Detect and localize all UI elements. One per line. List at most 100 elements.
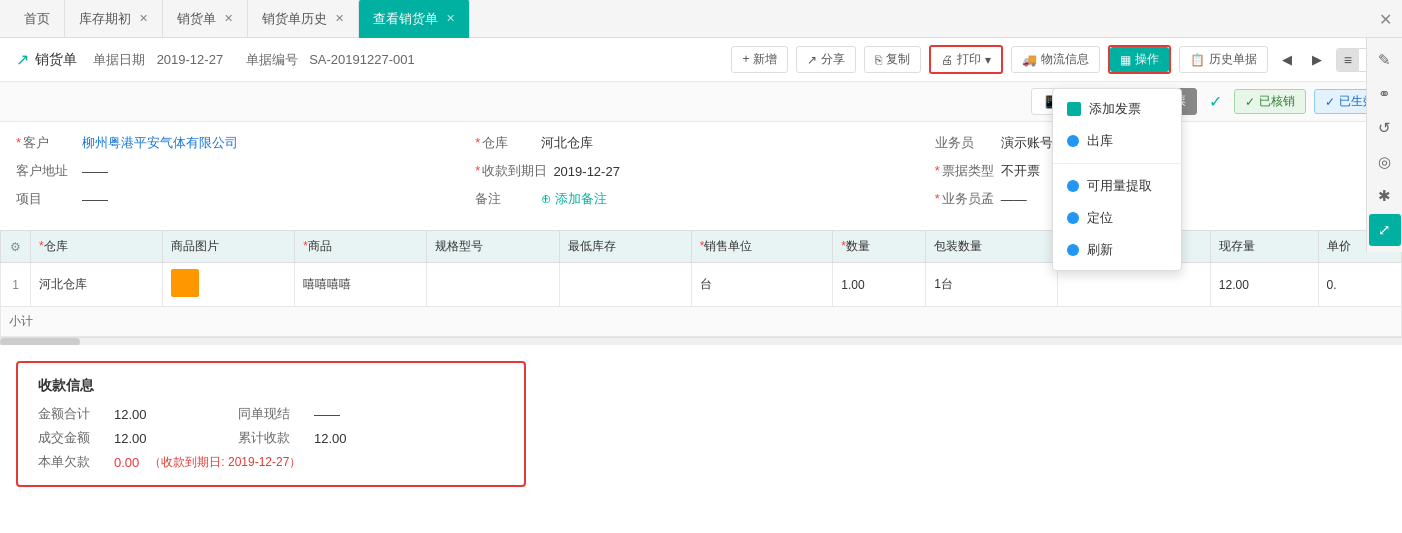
available-qty-icon bbox=[1067, 180, 1079, 192]
new-button[interactable]: + 新增 bbox=[731, 46, 787, 73]
row-product: 嘻嘻嘻嘻 bbox=[295, 263, 427, 307]
sidebar-user-icon[interactable]: ◎ bbox=[1369, 146, 1401, 178]
payment-section: 收款信息 金额合计 12.00 同单现结 —— 成交金额 12.00 累计收款 … bbox=[0, 345, 1402, 503]
nav-next[interactable]: ▶ bbox=[1306, 49, 1328, 71]
add-invoice-icon bbox=[1067, 102, 1081, 116]
col-quantity: *数量 bbox=[833, 231, 926, 263]
table-container: ⚙ *仓库 商品图片 *商品 规格型号 最低库存 *销售单位 *数量 包装数量 … bbox=[0, 230, 1402, 345]
number-value: SA-20191227-001 bbox=[309, 52, 415, 67]
row-sales-unit: 台 bbox=[691, 263, 833, 307]
copy-button[interactable]: ⎘ 复制 bbox=[864, 46, 921, 73]
transaction-amount-row: 成交金额 12.00 bbox=[38, 429, 238, 447]
customer-field: 客户 柳州粤港平安气体有限公司 bbox=[16, 134, 467, 152]
customer-value: 柳州粤港平安气体有限公司 bbox=[82, 134, 238, 152]
transaction-amount-label: 成交金额 bbox=[38, 429, 108, 447]
current-due-label: 本单欠款 bbox=[38, 453, 108, 471]
tab-sales-history[interactable]: 销货单历史 ✕ bbox=[248, 0, 359, 38]
menu-locate[interactable]: 定位 bbox=[1053, 202, 1181, 234]
sold-badge: ✓ 已核销 bbox=[1234, 89, 1306, 114]
print-button-frame: 🖨 打印 ▾ bbox=[929, 45, 1003, 74]
table-header: ⚙ *仓库 商品图片 *商品 规格型号 最低库存 *销售单位 *数量 包装数量 … bbox=[1, 231, 1402, 263]
tab-bar: 首页 库存期初 ✕ 销货单 ✕ 销货单历史 ✕ 查看销货单 ✕ ✕ bbox=[0, 0, 1402, 38]
tab-sales-history-close[interactable]: ✕ bbox=[335, 12, 344, 25]
menu-available-qty[interactable]: 可用量提取 bbox=[1053, 170, 1181, 202]
tab-view-sales-close[interactable]: ✕ bbox=[446, 12, 455, 25]
share-button[interactable]: ↗ 分享 bbox=[796, 46, 856, 73]
subtotal-row: 小计 bbox=[1, 307, 1402, 337]
logistics-icon: 🚚 bbox=[1022, 53, 1037, 67]
sidebar-refresh-icon[interactable]: ↺ bbox=[1369, 112, 1401, 144]
check-icon-btn[interactable]: ✓ bbox=[1205, 92, 1226, 111]
header-row: ⚙ *仓库 商品图片 *商品 规格型号 最低库存 *销售单位 *数量 包装数量 … bbox=[1, 231, 1402, 263]
col-gear: ⚙ bbox=[1, 231, 31, 263]
menu-section-1: 添加发票 出库 bbox=[1053, 89, 1181, 161]
menu-refresh[interactable]: 刷新 bbox=[1053, 234, 1181, 266]
col-min-stock: 最低库存 bbox=[559, 231, 691, 263]
col-product: *商品 bbox=[295, 231, 427, 263]
operation-dropdown: 添加发票 出库 可用量提取 定位 刷新 bbox=[1052, 88, 1182, 271]
row-min-stock bbox=[559, 263, 691, 307]
warehouse-field: 仓库 河北仓库 bbox=[475, 134, 926, 152]
tab-sales-order[interactable]: 销货单 ✕ bbox=[163, 0, 248, 38]
print-button[interactable]: 🖨 打印 ▾ bbox=[931, 47, 1001, 72]
doc-meta: 单据日期 2019-12-27 单据编号 SA-20191227-001 bbox=[93, 51, 423, 69]
doc-header-left: ↗ 销货单 单据日期 2019-12-27 单据编号 SA-20191227-0… bbox=[16, 50, 423, 69]
invoice-type-value: 不开票 bbox=[1001, 162, 1040, 180]
sidebar-link-icon[interactable]: ⚭ bbox=[1369, 78, 1401, 110]
same-order-value: —— bbox=[314, 407, 340, 422]
cumulative-receipt-value: 12.00 bbox=[314, 431, 347, 446]
nav-prev[interactable]: ◀ bbox=[1276, 49, 1298, 71]
doc-type-icon: ↗ bbox=[16, 50, 29, 69]
row-product-img bbox=[163, 263, 295, 307]
menu-section-2: 可用量提取 定位 刷新 bbox=[1053, 166, 1181, 270]
sidebar-edit-icon[interactable]: ✎ bbox=[1369, 44, 1401, 76]
invoice-type-label: 票据类型 bbox=[935, 162, 995, 180]
col-sales-unit: *销售单位 bbox=[691, 231, 833, 263]
address-value: —— bbox=[82, 164, 108, 179]
due-date-note: （收款到期日: 2019-12-27） bbox=[149, 454, 301, 471]
date-value: 2019-12-27 bbox=[157, 52, 224, 67]
row-num: 1 bbox=[1, 263, 31, 307]
same-order-label: 同单现结 bbox=[238, 405, 308, 423]
view-list-button[interactable]: ≡ bbox=[1337, 49, 1359, 71]
tab-sales-order-close[interactable]: ✕ bbox=[224, 12, 233, 25]
col-warehouse: *仓库 bbox=[31, 231, 163, 263]
sold-check-icon: ✓ bbox=[1245, 95, 1255, 109]
table-body: 1 河北仓库 嘻嘻嘻嘻 台 1.00 1台 12.00 0. 小计 bbox=[1, 263, 1402, 337]
menu-out-warehouse[interactable]: 出库 bbox=[1053, 125, 1181, 157]
payment-date-field: 收款到期日 2019-12-27 bbox=[475, 162, 926, 180]
project-label: 项目 bbox=[16, 190, 76, 208]
sidebar-expand-icon[interactable]: ⤢ bbox=[1369, 214, 1401, 246]
scroll-thumb[interactable] bbox=[0, 338, 80, 345]
row-warehouse: 河北仓库 bbox=[31, 263, 163, 307]
scroll-track[interactable] bbox=[0, 337, 1402, 345]
menu-divider bbox=[1053, 163, 1181, 164]
sidebar-star-icon[interactable]: ✱ bbox=[1369, 180, 1401, 212]
tab-inventory[interactable]: 库存期初 ✕ bbox=[65, 0, 163, 38]
table-row: 1 河北仓库 嘻嘻嘻嘻 台 1.00 1台 12.00 0. bbox=[1, 263, 1402, 307]
same-order-row: 同单现结 —— bbox=[238, 405, 438, 423]
effective-check-icon: ✓ bbox=[1325, 95, 1335, 109]
tab-view-sales[interactable]: 查看销货单 ✕ bbox=[359, 0, 470, 38]
cumulative-receipt-label: 累计收款 bbox=[238, 429, 308, 447]
row-current-stock: 12.00 bbox=[1210, 263, 1318, 307]
tab-home[interactable]: 首页 bbox=[10, 0, 65, 38]
doc-header: ↗ 销货单 单据日期 2019-12-27 单据编号 SA-20191227-0… bbox=[0, 38, 1402, 82]
doc-title: ↗ 销货单 bbox=[16, 50, 77, 69]
locate-icon bbox=[1067, 212, 1079, 224]
remark-field: 备注 ⊕ 添加备注 bbox=[475, 190, 926, 208]
payment-title: 收款信息 bbox=[38, 377, 504, 395]
operation-button[interactable]: ▦ 操作 bbox=[1110, 47, 1169, 72]
tab-inventory-close[interactable]: ✕ bbox=[139, 12, 148, 25]
print-icon: 🖨 bbox=[941, 53, 953, 67]
payment-box: 收款信息 金额合计 12.00 同单现结 —— 成交金额 12.00 累计收款 … bbox=[16, 361, 526, 487]
payment-date-value: 2019-12-27 bbox=[553, 164, 620, 179]
add-remark-btn[interactable]: ⊕ 添加备注 bbox=[541, 190, 607, 208]
window-close-button[interactable]: ✕ bbox=[1379, 9, 1392, 28]
logistics-button[interactable]: 🚚 物流信息 bbox=[1011, 46, 1100, 73]
warehouse-label: 仓库 bbox=[475, 134, 535, 152]
menu-add-invoice[interactable]: 添加发票 bbox=[1053, 93, 1181, 125]
product-image bbox=[171, 269, 199, 297]
remark-label: 备注 bbox=[475, 190, 535, 208]
history-button[interactable]: 📋 历史单据 bbox=[1179, 46, 1268, 73]
